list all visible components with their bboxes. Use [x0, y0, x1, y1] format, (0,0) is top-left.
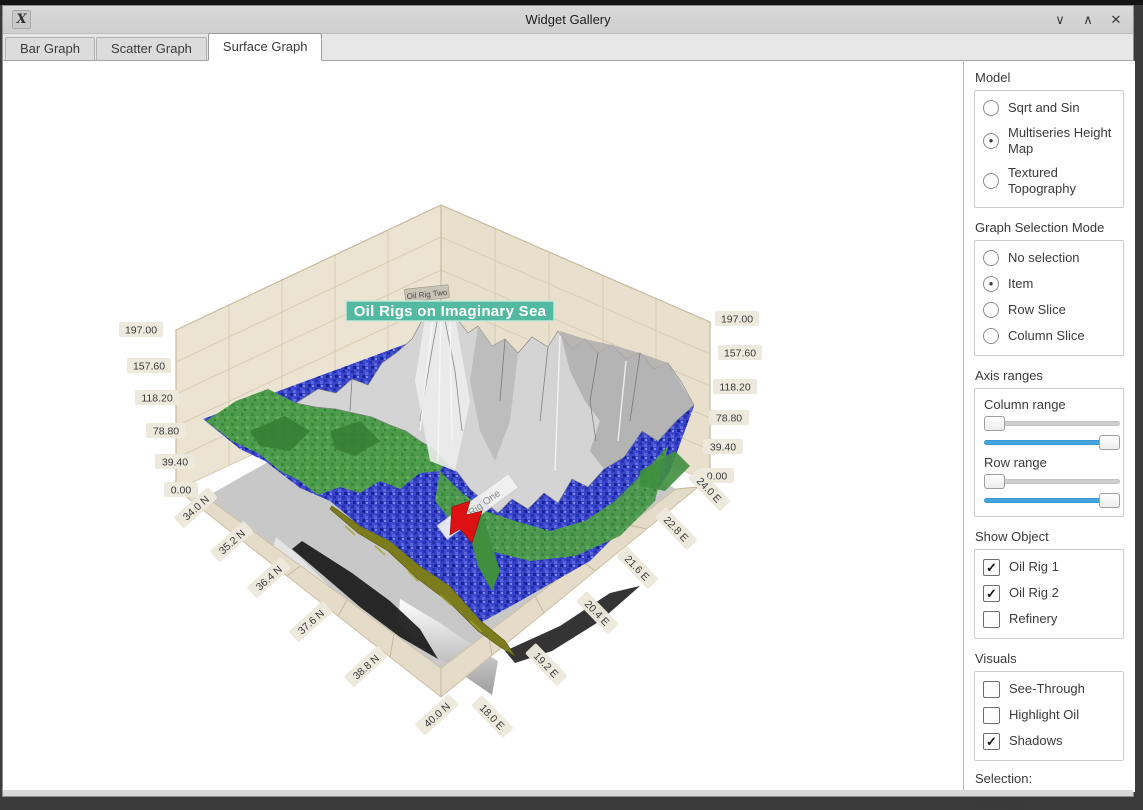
- radio-dot: ●: [989, 280, 994, 288]
- row-range-max-slider[interactable]: [984, 491, 1120, 509]
- radio-multiseries-height-map[interactable]: ● Multiseries Height Map: [983, 121, 1117, 161]
- show-object-section-label: Show Object: [975, 529, 1135, 544]
- radio-icon: [983, 302, 999, 318]
- selection-mode-section-label: Graph Selection Mode: [975, 220, 1135, 235]
- radio-no-selection[interactable]: No selection: [983, 245, 1117, 271]
- window-frame-bottom: [3, 790, 1133, 796]
- surface-graph-view[interactable]: Oil Rig Two Oil Rigs on Imaginary Sea Oi…: [3, 61, 963, 792]
- model-section-label: Model: [975, 70, 1135, 85]
- checkbox-label: Oil Rig 1: [1009, 559, 1059, 575]
- checkbox-oil-rig-2[interactable]: ✓ Oil Rig 2: [983, 580, 1117, 606]
- radio-dot: ●: [989, 137, 994, 145]
- surface-graph-canvas[interactable]: Oil Rig Two Oil Rigs on Imaginary Sea Oi…: [3, 61, 963, 792]
- window-controls: ∨ ∧ ✕: [1053, 6, 1123, 34]
- visuals-groupbox: See-Through Highlight Oil ✓ Shadows: [974, 671, 1124, 761]
- checkbox-icon: [983, 681, 1000, 698]
- radio-label: No selection: [1008, 250, 1080, 266]
- checkbox-label: Shadows: [1009, 733, 1062, 749]
- app-icon-glyph: X: [16, 12, 26, 27]
- show-object-groupbox: ✓ Oil Rig 1 ✓ Oil Rig 2 Refinery: [974, 549, 1124, 639]
- axis-tick-label: 78.80: [716, 413, 742, 425]
- svg-text:Oil Rigs on Imaginary Sea: Oil Rigs on Imaginary Sea: [354, 303, 547, 320]
- axis-tick-label: 157.60: [133, 361, 165, 373]
- checkbox-icon: [983, 707, 1000, 724]
- tab-surface-graph[interactable]: Surface Graph: [208, 33, 323, 61]
- radio-textured-topography[interactable]: Textured Topography: [983, 161, 1117, 201]
- checkbox-icon: [983, 611, 1000, 628]
- axis-tick-label: 39.40: [162, 457, 188, 469]
- surface-graph-page: Oil Rig Two Oil Rigs on Imaginary Sea Oi…: [3, 61, 1133, 792]
- checkbox-icon: ✓: [983, 585, 1000, 602]
- model-groupbox: Sqrt and Sin ● Multiseries Height Map Te…: [974, 90, 1124, 208]
- titlebar[interactable]: X Widget Gallery ∨ ∧ ✕: [3, 6, 1133, 34]
- app-icon: X: [12, 10, 31, 29]
- axis-tick-label: 0.00: [171, 485, 192, 497]
- radio-icon: [983, 250, 999, 266]
- axis-tick-label: 118.20: [141, 393, 172, 405]
- axis-ranges-section-label: Axis ranges: [975, 368, 1135, 383]
- checkmark-icon: ✓: [986, 561, 997, 574]
- radio-column-slice[interactable]: Column Slice: [983, 323, 1117, 349]
- radio-label: Column Slice: [1008, 328, 1085, 344]
- selection-mode-groupbox: No selection ● Item Row Slice Column Sli…: [974, 240, 1124, 356]
- slider-handle[interactable]: [984, 416, 1005, 431]
- radio-label: Multiseries Height Map: [1008, 125, 1117, 157]
- checkbox-icon: ✓: [983, 733, 1000, 750]
- checkbox-label: See-Through: [1009, 681, 1085, 697]
- row-range-min-slider[interactable]: [984, 472, 1120, 490]
- selection-label: Selection:: [975, 771, 1135, 786]
- visuals-section-label: Visuals: [975, 651, 1135, 666]
- minimize-button[interactable]: ∨: [1053, 12, 1067, 28]
- checkmark-icon: ✓: [986, 587, 997, 600]
- checkbox-icon: ✓: [983, 559, 1000, 576]
- radio-label: Row Slice: [1008, 302, 1066, 318]
- selection-value: Nothing: [975, 795, 1135, 810]
- checkbox-label: Oil Rig 2: [1009, 585, 1059, 601]
- radio-label: Sqrt and Sin: [1008, 100, 1080, 116]
- axis-tick-label: 157.60: [724, 348, 756, 360]
- window-title: Widget Gallery: [3, 12, 1133, 27]
- radio-row-slice[interactable]: Row Slice: [983, 297, 1117, 323]
- axis-tick-label: 118.20: [719, 382, 750, 394]
- column-range-label: Column range: [984, 397, 1117, 412]
- axis-ranges-groupbox: Column range Row range: [974, 388, 1124, 517]
- checkbox-see-through[interactable]: See-Through: [983, 676, 1117, 702]
- checkbox-label: Refinery: [1009, 611, 1057, 627]
- slider-handle[interactable]: [1099, 493, 1120, 508]
- checkbox-refinery[interactable]: Refinery: [983, 606, 1117, 632]
- column-range-max-slider[interactable]: [984, 433, 1120, 451]
- checkmark-icon: ✓: [986, 735, 997, 748]
- tab-scatter-graph[interactable]: Scatter Graph: [96, 37, 207, 60]
- slider-handle[interactable]: [984, 474, 1005, 489]
- column-range-min-slider[interactable]: [984, 414, 1120, 432]
- radio-icon: [983, 173, 999, 189]
- radio-sqrt-and-sin[interactable]: Sqrt and Sin: [983, 95, 1117, 121]
- checkbox-label: Highlight Oil: [1009, 707, 1079, 723]
- radio-icon: [983, 100, 999, 116]
- chart-title-label: Oil Rigs on Imaginary Sea: [346, 301, 554, 321]
- maximize-button[interactable]: ∧: [1081, 12, 1095, 28]
- radio-icon: ●: [983, 133, 999, 149]
- close-button[interactable]: ✕: [1109, 12, 1123, 28]
- radio-label: Item: [1008, 276, 1033, 292]
- row-range-label: Row range: [984, 455, 1117, 470]
- axis-tick-label: 197.00: [125, 325, 157, 337]
- axis-tick-label: 39.40: [710, 442, 736, 454]
- radio-label: Textured Topography: [1008, 165, 1117, 197]
- app-window: X Widget Gallery ∨ ∧ ✕ Bar Graph Scatter…: [2, 5, 1134, 797]
- control-panel: Model Sqrt and Sin ● Multiseries Height …: [963, 61, 1135, 792]
- tab-bar: Bar Graph Scatter Graph Surface Graph: [3, 34, 1133, 61]
- tab-bar-graph[interactable]: Bar Graph: [5, 37, 95, 60]
- checkbox-oil-rig-1[interactable]: ✓ Oil Rig 1: [983, 554, 1117, 580]
- checkbox-highlight-oil[interactable]: Highlight Oil: [983, 702, 1117, 728]
- slider-handle[interactable]: [1099, 435, 1120, 450]
- axis-tick-label: 197.00: [721, 314, 753, 326]
- radio-icon: [983, 328, 999, 344]
- checkbox-shadows[interactable]: ✓ Shadows: [983, 728, 1117, 754]
- radio-icon: ●: [983, 276, 999, 292]
- radio-item[interactable]: ● Item: [983, 271, 1117, 297]
- axis-tick-label: 78.80: [153, 426, 179, 438]
